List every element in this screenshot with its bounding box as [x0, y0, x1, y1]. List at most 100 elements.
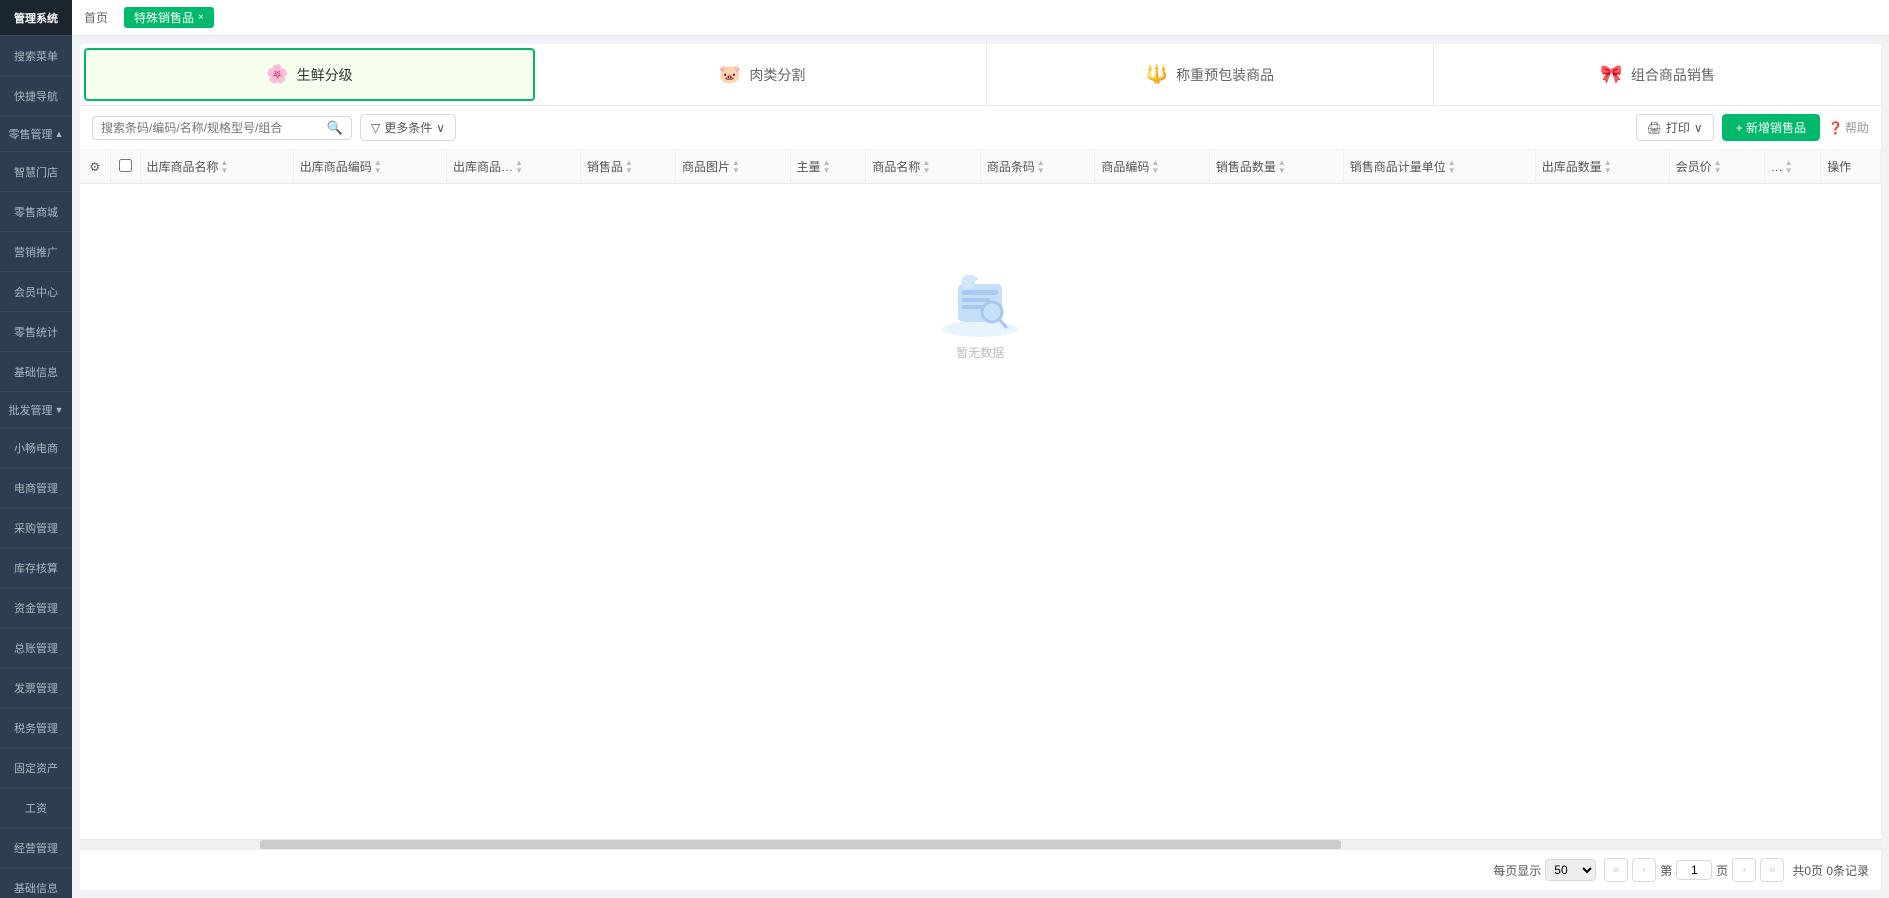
col-img[interactable]: 商品图片 ▲▼	[676, 150, 791, 184]
search-wrap[interactable]: 🔍	[92, 116, 352, 140]
search-input[interactable]	[101, 121, 323, 135]
horizontal-scrollbar[interactable]	[80, 839, 1881, 849]
fresh-grade-icon: 🌸	[266, 64, 288, 85]
sidebar-item-basic-info2[interactable]: 基础信息	[0, 868, 72, 898]
col-check[interactable]	[110, 150, 140, 184]
col-sale-unit-label: 销售商品计量单位	[1350, 158, 1446, 175]
sidebar-item-basic-info[interactable]: 基础信息	[0, 352, 72, 392]
sidebar-item-finance[interactable]: 资金管理	[0, 588, 72, 628]
sort-arrows-goods-code: ▲▼	[1151, 159, 1159, 175]
page-input[interactable]	[1676, 860, 1712, 880]
help-icon: ❓	[1828, 121, 1843, 135]
sidebar-item-tax[interactable]: 税务管理	[0, 708, 72, 748]
sidebar-item-wholesale[interactable]: 批发管理 ▼	[0, 392, 72, 428]
sidebar-item-purchase[interactable]: 采购管理	[0, 508, 72, 548]
col-member-price[interactable]: 会员价 ▲▼	[1669, 150, 1764, 184]
sidebar-item-invoice[interactable]: 发票管理	[0, 668, 72, 708]
sidebar-item-member[interactable]: 会员中心	[0, 272, 72, 312]
col-barcode[interactable]: 商品条码 ▲▼	[980, 150, 1095, 184]
col-goods-code[interactable]: 商品编码 ▲▼	[1095, 150, 1210, 184]
col-gear-icon: ⚙	[89, 160, 100, 174]
sidebar-item-ledger[interactable]: 总账管理	[0, 628, 72, 668]
sidebar-item-salary[interactable]: 工资	[0, 788, 72, 828]
tab-meat-cut[interactable]: 🐷 肉类分割	[539, 44, 987, 105]
tab-close-icon[interactable]: ×	[198, 12, 204, 23]
col-more[interactable]: … ▲▼	[1764, 150, 1820, 184]
col-sale-unit[interactable]: 销售商品计量单位 ▲▼	[1343, 150, 1535, 184]
sidebar-item-inventory[interactable]: 库存核算	[0, 548, 72, 588]
sidebar-item-marketing[interactable]: 营销推广	[0, 232, 72, 272]
col-out-name-label: 出库商品名称	[147, 158, 219, 175]
sidebar-item-search[interactable]: 搜索菜单	[0, 36, 72, 76]
col-sale-qty[interactable]: 销售品数量 ▲▼	[1209, 150, 1343, 184]
help-button[interactable]: ❓ 帮助	[1828, 119, 1869, 136]
col-sale-item[interactable]: 销售品 ▲▼	[580, 150, 675, 184]
breadcrumb-home[interactable]: 首页	[84, 9, 108, 26]
meat-cut-icon: 🐷	[719, 64, 741, 85]
col-sale-item-label: 销售品	[587, 158, 623, 175]
col-out-code[interactable]: 出库商品编码 ▲▼	[293, 150, 446, 184]
sidebar-item-retail-mall[interactable]: 零售商城	[0, 192, 72, 232]
sort-arrows-member-price: ▲▼	[1714, 159, 1722, 175]
col-out-qty[interactable]: 出库品数量 ▲▼	[1535, 150, 1669, 184]
help-label: 帮助	[1845, 119, 1869, 136]
sidebar-item-ecom-mgmt[interactable]: 电商管理	[0, 468, 72, 508]
table-header-row: ⚙ 出库商品名称 ▲▼ 出库	[80, 150, 1881, 184]
tab-meat-cut-label: 肉类分割	[749, 65, 805, 85]
select-all-checkbox[interactable]	[119, 159, 132, 172]
active-tab-label: 特殊销售品	[134, 9, 194, 26]
prev-page-button[interactable]: ‹	[1632, 858, 1656, 882]
sort-arrows-out-qty: ▲▼	[1604, 159, 1612, 175]
print-icon: 🖨	[1647, 121, 1662, 135]
tab-combo-label: 组合商品销售	[1631, 65, 1715, 85]
tab-fresh-grade[interactable]: 🌸 生鲜分级	[84, 48, 535, 101]
sort-arrows-out-code: ▲▼	[374, 159, 382, 175]
empty-state-illustration	[930, 264, 1030, 344]
combo-icon: 🎀	[1600, 64, 1622, 85]
col-main-weight[interactable]: 主量 ▲▼	[790, 150, 866, 184]
empty-state-row: 暂无数据	[80, 184, 1881, 442]
sidebar-item-mini-ecom[interactable]: 小畅电商	[0, 428, 72, 468]
next-page-button[interactable]: ›	[1732, 858, 1756, 882]
data-table: ⚙ 出库商品名称 ▲▼ 出库	[80, 150, 1881, 441]
sort-arrows-out-name: ▲▼	[221, 159, 229, 175]
sort-arrows-main-weight: ▲▼	[823, 159, 831, 175]
sidebar-item-smart-store[interactable]: 智慧门店	[0, 152, 72, 192]
col-goods-name[interactable]: 商品名称 ▲▼	[866, 150, 981, 184]
empty-label: 暂无数据	[956, 344, 1004, 361]
search-icon[interactable]: 🔍	[327, 120, 343, 136]
col-gear[interactable]: ⚙	[80, 150, 110, 184]
print-button[interactable]: 🖨 打印 ∨	[1636, 114, 1714, 141]
tab-weight-pack[interactable]: 🔱 称重预包装商品	[987, 44, 1435, 105]
last-page-button[interactable]: »	[1760, 858, 1784, 882]
col-sale-qty-label: 销售品数量	[1216, 158, 1276, 175]
col-out-code-label: 出库商品编码	[300, 158, 372, 175]
col-more-label: …	[1771, 160, 1783, 174]
col-out-spec[interactable]: 出库商品… ▲▼	[447, 150, 581, 184]
active-tab[interactable]: 特殊销售品 ×	[124, 7, 214, 28]
sidebar-item-fixed-assets[interactable]: 固定资产	[0, 748, 72, 788]
filter-button[interactable]: ▽ 更多条件 ∨	[360, 114, 456, 141]
main-content: 首页 特殊销售品 × 🌸 生鲜分级 🐷 肉类分割 🔱 称重预包装商品 🎀	[72, 0, 1889, 898]
sidebar-item-retail-stats[interactable]: 零售统计	[0, 312, 72, 352]
first-page-button[interactable]: «	[1604, 858, 1628, 882]
page-label: 第	[1660, 862, 1672, 879]
sidebar: 管理系统 搜索菜单 快捷导航 零售管理 ▲ 智慧门店 零售商城 营销推广 会员中…	[0, 0, 72, 898]
col-out-qty-label: 出库品数量	[1542, 158, 1602, 175]
sidebar-item-retail[interactable]: 零售管理 ▲	[0, 116, 72, 152]
tab-combo[interactable]: 🎀 组合商品销售	[1434, 44, 1881, 105]
page-size-control: 每页显示 10 20 50 100	[1493, 859, 1596, 881]
page-nav: « ‹ 第 页 › »	[1604, 858, 1784, 882]
col-barcode-label: 商品条码	[987, 158, 1035, 175]
page-size-select[interactable]: 10 20 50 100	[1545, 859, 1596, 881]
page-size-label: 每页显示	[1493, 862, 1541, 879]
expand-arrow-wholesale-icon: ▼	[55, 405, 64, 415]
filter-label: 更多条件	[384, 119, 432, 136]
sidebar-item-operations[interactable]: 经营管理	[0, 828, 72, 868]
sidebar-item-quick-nav[interactable]: 快捷导航	[0, 76, 72, 116]
add-sale-item-button[interactable]: + 新增销售品	[1722, 114, 1820, 141]
col-out-name[interactable]: 出库商品名称 ▲▼	[140, 150, 293, 184]
sort-arrows-img: ▲▼	[732, 159, 740, 175]
sidebar-label-retail: 零售管理	[9, 126, 53, 142]
app-logo: 管理系统	[0, 0, 72, 36]
